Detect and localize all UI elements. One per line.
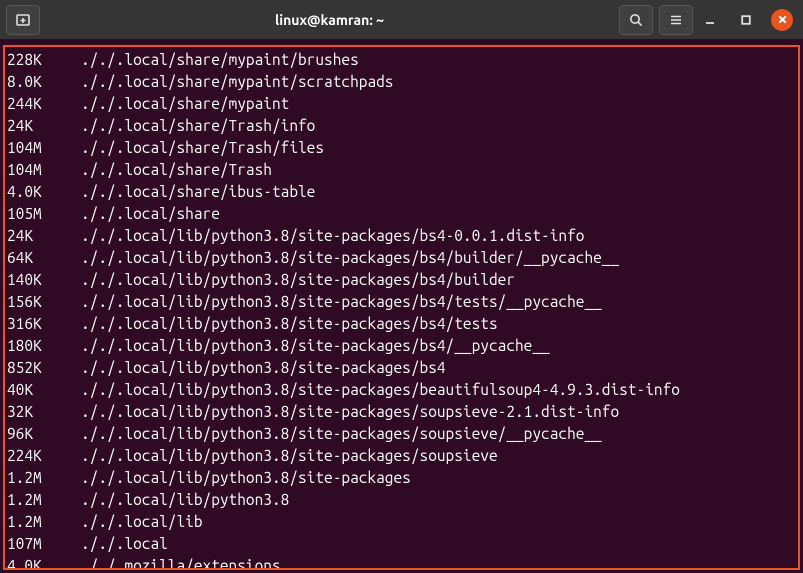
minimize-button[interactable] xyxy=(699,9,721,31)
du-path: ././.local/lib/python3.8/site-packages/s… xyxy=(81,445,498,467)
du-path: ././.local/lib xyxy=(81,511,203,533)
minimize-icon xyxy=(704,14,716,26)
du-path: ././.local/lib/python3.8/site-packages/b… xyxy=(81,357,446,379)
du-path: ././.local/share/mypaint xyxy=(81,93,289,115)
du-size: 107M xyxy=(7,533,81,555)
du-size: 32K xyxy=(7,401,81,423)
output-line: 104M././.local/share/Trash/files xyxy=(7,137,794,159)
du-size: 180K xyxy=(7,335,81,357)
du-path: ././.local/lib/python3.8/site-packages/b… xyxy=(81,247,619,269)
du-path: ././.local/lib/python3.8/site-packages/b… xyxy=(81,269,515,291)
output-line: 852K././.local/lib/python3.8/site-packag… xyxy=(7,357,794,379)
du-path: ././.local/lib/python3.8/site-packages/b… xyxy=(81,291,602,313)
du-size: 224K xyxy=(7,445,81,467)
du-size: 24K xyxy=(7,225,81,247)
du-size: 1.2M xyxy=(7,467,81,489)
close-icon xyxy=(777,14,788,25)
output-line: 316K././.local/lib/python3.8/site-packag… xyxy=(7,313,794,335)
menu-button[interactable] xyxy=(659,5,693,35)
du-path: ././.mozilla/extensions xyxy=(81,555,281,570)
output-line: 24K././.local/lib/python3.8/site-package… xyxy=(7,225,794,247)
output-line: 64K././.local/lib/python3.8/site-package… xyxy=(7,247,794,269)
output-line: 156K././.local/lib/python3.8/site-packag… xyxy=(7,291,794,313)
maximize-icon xyxy=(740,14,752,26)
hamburger-icon xyxy=(668,12,684,28)
output-line: 1.2M././.local/lib/python3.8/site-packag… xyxy=(7,467,794,489)
output-line: 107M././.local xyxy=(7,533,794,555)
new-tab-button[interactable] xyxy=(6,5,40,35)
du-path: ././.local/lib/python3.8/site-packages/s… xyxy=(81,423,602,445)
output-line: 24K././.local/share/Trash/info xyxy=(7,115,794,137)
output-line: 8.0K././.local/share/mypaint/scratchpads xyxy=(7,71,794,93)
du-path: ././.local/share/Trash/info xyxy=(81,115,315,137)
du-path: ././.local/lib/python3.8/site-packages/b… xyxy=(81,225,584,247)
output-line: 32K././.local/lib/python3.8/site-package… xyxy=(7,401,794,423)
output-line: 1.2M././.local/lib xyxy=(7,511,794,533)
du-size: 24K xyxy=(7,115,81,137)
du-path: ././.local/lib/python3.8/site-packages/b… xyxy=(81,379,680,401)
du-size: 105M xyxy=(7,203,81,225)
du-size: 8.0K xyxy=(7,71,81,93)
close-button[interactable] xyxy=(771,9,793,31)
du-size: 104M xyxy=(7,137,81,159)
search-button[interactable] xyxy=(619,5,653,35)
du-path: ././.local/lib/python3.8/site-packages/b… xyxy=(81,335,550,357)
terminal-output: 228K././.local/share/mypaint/brushes8.0K… xyxy=(5,47,798,570)
du-size: 1.2M xyxy=(7,489,81,511)
output-line: 180K././.local/lib/python3.8/site-packag… xyxy=(7,335,794,357)
search-icon xyxy=(628,12,644,28)
du-path: ././.local/share/Trash xyxy=(81,159,272,181)
du-size: 96K xyxy=(7,423,81,445)
titlebar: linux@kamran: ~ xyxy=(0,0,803,40)
window-title: linux@kamran: ~ xyxy=(46,12,613,28)
du-path: ././.local/share xyxy=(81,203,220,225)
terminal-pane[interactable]: 228K././.local/share/mypaint/brushes8.0K… xyxy=(3,45,800,570)
output-line: 244K././.local/share/mypaint xyxy=(7,93,794,115)
du-size: 4.0K xyxy=(7,181,81,203)
new-tab-icon xyxy=(15,12,31,28)
output-line: 96K././.local/lib/python3.8/site-package… xyxy=(7,423,794,445)
output-line: 1.2M././.local/lib/python3.8 xyxy=(7,489,794,511)
du-path: ././.local/lib/python3.8/site-packages/s… xyxy=(81,401,619,423)
output-line: 40K././.local/lib/python3.8/site-package… xyxy=(7,379,794,401)
du-size: 228K xyxy=(7,49,81,71)
du-size: 140K xyxy=(7,269,81,291)
output-line: 104M././.local/share/Trash xyxy=(7,159,794,181)
du-path: ././.local xyxy=(81,533,168,555)
du-size: 244K xyxy=(7,93,81,115)
du-path: ././.local/lib/python3.8/site-packages xyxy=(81,467,411,489)
output-line: 105M././.local/share xyxy=(7,203,794,225)
window-controls xyxy=(699,9,797,31)
du-size: 1.2M xyxy=(7,511,81,533)
output-line: 4.0K././.local/share/ibus-table xyxy=(7,181,794,203)
du-size: 4.0K xyxy=(7,555,81,570)
du-path: ././.local/lib/python3.8 xyxy=(81,489,289,511)
du-size: 852K xyxy=(7,357,81,379)
output-line: 224K././.local/lib/python3.8/site-packag… xyxy=(7,445,794,467)
du-size: 156K xyxy=(7,291,81,313)
du-path: ././.local/share/ibus-table xyxy=(81,181,315,203)
output-line: 228K././.local/share/mypaint/brushes xyxy=(7,49,794,71)
du-path: ././.local/share/Trash/files xyxy=(81,137,324,159)
du-size: 316K xyxy=(7,313,81,335)
maximize-button[interactable] xyxy=(735,9,757,31)
du-path: ././.local/share/mypaint/brushes xyxy=(81,49,359,71)
du-size: 64K xyxy=(7,247,81,269)
du-path: ././.local/share/mypaint/scratchpads xyxy=(81,71,393,93)
output-line: 140K././.local/lib/python3.8/site-packag… xyxy=(7,269,794,291)
du-size: 104M xyxy=(7,159,81,181)
output-line: 4.0K././.mozilla/extensions xyxy=(7,555,794,570)
du-size: 40K xyxy=(7,379,81,401)
du-path: ././.local/lib/python3.8/site-packages/b… xyxy=(81,313,498,335)
